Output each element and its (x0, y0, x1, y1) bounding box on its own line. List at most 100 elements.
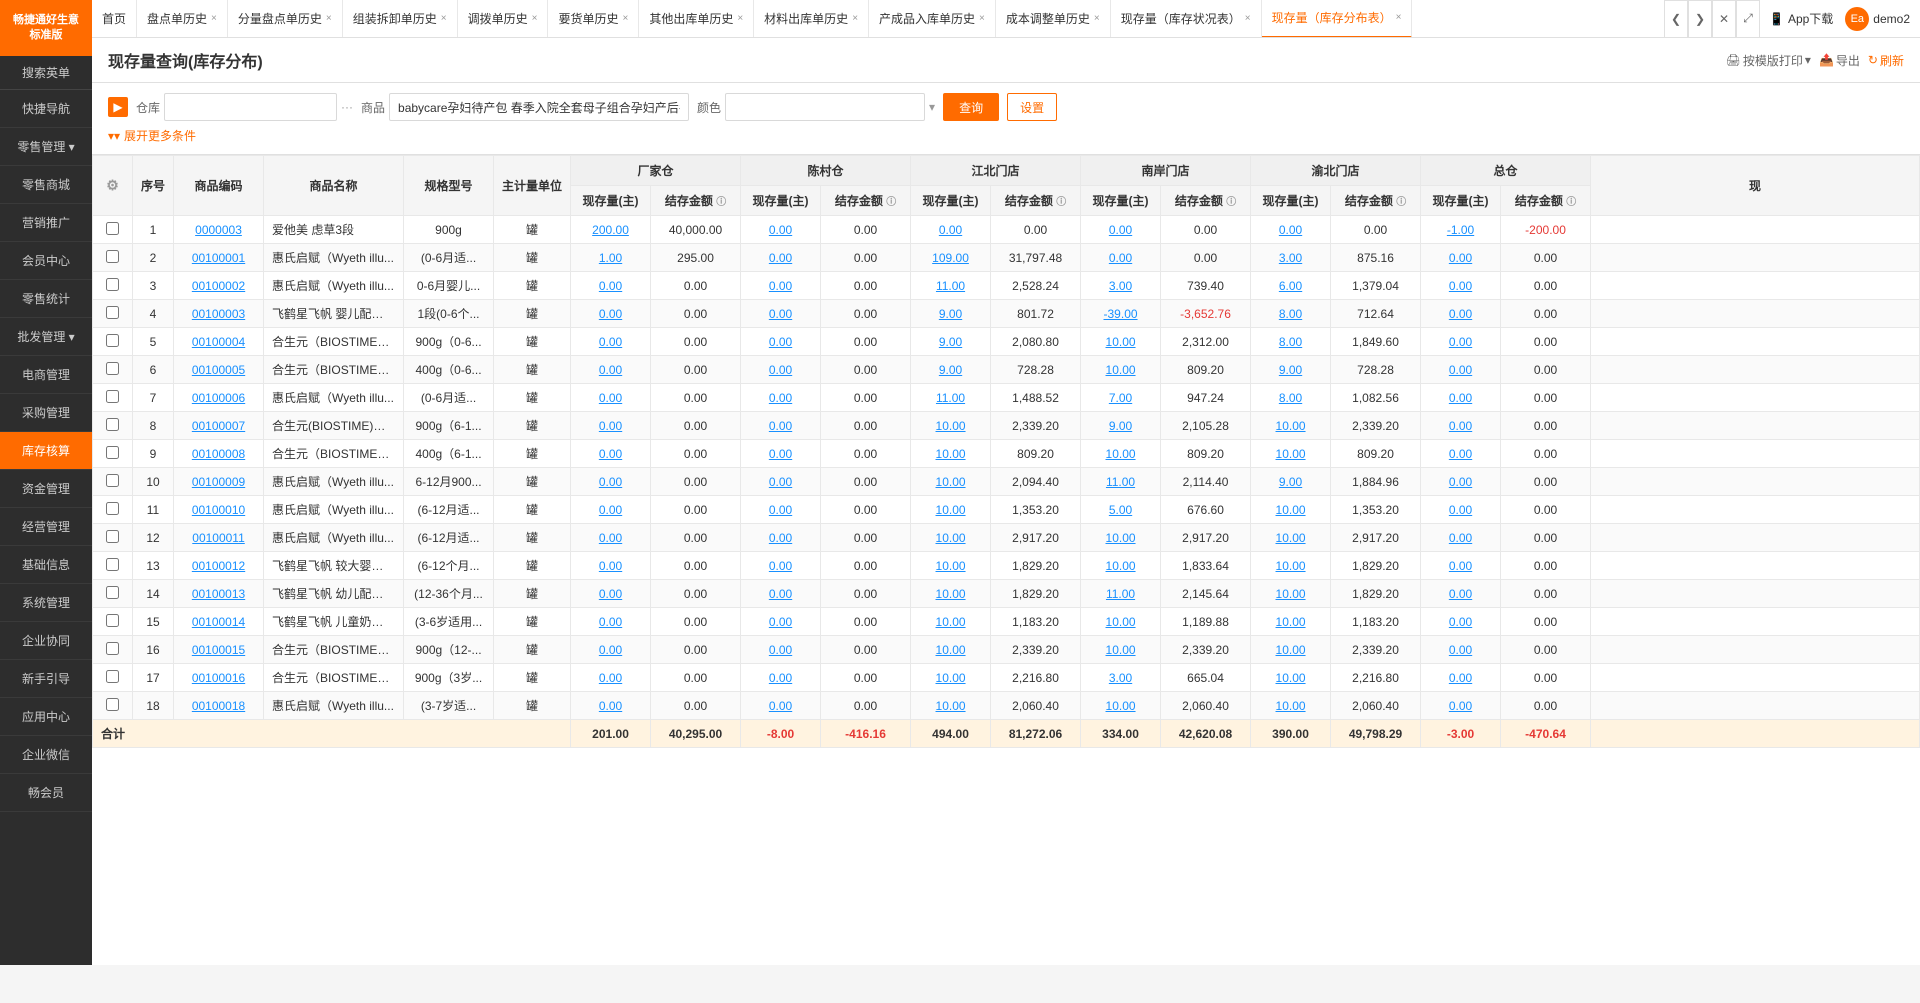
sidebar-item-wholesale[interactable]: 批发管理 ▾ (0, 318, 92, 356)
row-nanan-stock[interactable]: 0.00 (1081, 244, 1161, 272)
row-total-stock[interactable]: 0.00 (1421, 328, 1501, 356)
row-yubeimen-stock[interactable]: 0.00 (1251, 216, 1331, 244)
sidebar-item-operations[interactable]: 经营管理 (0, 508, 92, 546)
row-chengtian-stock[interactable]: 0.00 (741, 272, 821, 300)
row-jiangbei-stock[interactable]: 109.00 (911, 244, 991, 272)
jiangbei-amount-info[interactable]: ⓘ (1056, 197, 1066, 208)
row-total-stock[interactable]: 0.00 (1421, 692, 1501, 720)
row-yubeimen-stock[interactable]: 10.00 (1251, 664, 1331, 692)
row-checkbox[interactable] (106, 670, 119, 683)
row-select[interactable] (93, 608, 133, 636)
sidebar-item-retail-stats[interactable]: 零售统计 (0, 280, 92, 318)
row-jiangbei-stock[interactable]: 9.00 (911, 328, 991, 356)
row-select[interactable] (93, 552, 133, 580)
row-select[interactable] (93, 440, 133, 468)
row-yubeimen-stock[interactable]: 8.00 (1251, 300, 1331, 328)
tab-next-arrow[interactable]: ❯ (1688, 0, 1712, 38)
row-nanan-stock[interactable]: 3.00 (1081, 272, 1161, 300)
tab-close-all[interactable]: ✕ (1712, 0, 1736, 38)
row-yubeimen-stock[interactable]: 10.00 (1251, 608, 1331, 636)
row-yubeimen-stock[interactable]: 10.00 (1251, 524, 1331, 552)
row-jiangbei-stock[interactable]: 11.00 (911, 272, 991, 300)
row-select[interactable] (93, 244, 133, 272)
row-total-stock[interactable]: 0.00 (1421, 356, 1501, 384)
row-factory-stock[interactable]: 0.00 (571, 608, 651, 636)
row-code[interactable]: 00100004 (174, 328, 264, 356)
tab-prev-arrow[interactable]: ❮ (1664, 0, 1688, 38)
row-chengtian-stock[interactable]: 0.00 (741, 468, 821, 496)
tab-close-other-out[interactable]: × (737, 13, 743, 24)
row-factory-stock[interactable]: 0.00 (571, 636, 651, 664)
row-code[interactable]: 00100015 (174, 636, 264, 664)
tab-cost-adjust[interactable]: 成本调整单历史 × (996, 0, 1111, 38)
row-select[interactable] (93, 328, 133, 356)
tab-combo-disassemble[interactable]: 组装拆卸单历史 × (343, 0, 458, 38)
tab-close-stock-status[interactable]: × (1245, 13, 1251, 24)
sidebar-item-appstore[interactable]: 应用中心 (0, 698, 92, 736)
row-yubeimen-stock[interactable]: 3.00 (1251, 244, 1331, 272)
row-chengtian-stock[interactable]: 0.00 (741, 300, 821, 328)
export-button[interactable]: 📤 导出 (1819, 52, 1860, 69)
row-total-stock[interactable]: 0.00 (1421, 412, 1501, 440)
row-select[interactable] (93, 580, 133, 608)
row-checkbox[interactable] (106, 306, 119, 319)
row-nanan-stock[interactable]: 7.00 (1081, 384, 1161, 412)
row-nanan-stock[interactable]: 0.00 (1081, 216, 1161, 244)
row-factory-stock[interactable]: 200.00 (571, 216, 651, 244)
row-factory-stock[interactable]: 0.00 (571, 580, 651, 608)
row-total-stock[interactable]: 0.00 (1421, 636, 1501, 664)
tab-home[interactable]: 首页 (92, 0, 137, 38)
row-code[interactable]: 00100016 (174, 664, 264, 692)
row-chengtian-stock[interactable]: 0.00 (741, 440, 821, 468)
row-checkbox[interactable] (106, 698, 119, 711)
row-factory-stock[interactable]: 0.00 (571, 300, 651, 328)
row-total-stock[interactable]: 0.00 (1421, 580, 1501, 608)
sidebar-item-basics[interactable]: 基础信息 (0, 546, 92, 584)
sidebar-item-finance[interactable]: 资金管理 (0, 470, 92, 508)
row-jiangbei-stock[interactable]: 0.00 (911, 216, 991, 244)
sidebar-item-enterprise[interactable]: 企业协同 (0, 622, 92, 660)
tab-inventory-single[interactable]: 盘点单历史 × (137, 0, 228, 38)
row-code[interactable]: 00100018 (174, 692, 264, 720)
row-checkbox[interactable] (106, 642, 119, 655)
sidebar-item-ecommerce[interactable]: 电商管理 (0, 356, 92, 394)
row-chengtian-stock[interactable]: 0.00 (741, 244, 821, 272)
row-code[interactable]: 00100012 (174, 552, 264, 580)
row-code[interactable]: 00100006 (174, 384, 264, 412)
row-code[interactable]: 00100009 (174, 468, 264, 496)
row-select[interactable] (93, 272, 133, 300)
row-chengtian-stock[interactable]: 0.00 (741, 496, 821, 524)
search-button[interactable]: 查询 (943, 93, 999, 121)
row-checkbox[interactable] (106, 334, 119, 347)
row-nanan-stock[interactable]: 5.00 (1081, 496, 1161, 524)
row-factory-stock[interactable]: 0.00 (571, 468, 651, 496)
row-select[interactable] (93, 496, 133, 524)
sidebar-item-system[interactable]: 系统管理 (0, 584, 92, 622)
row-code[interactable]: 00100002 (174, 272, 264, 300)
row-chengtian-stock[interactable]: 0.00 (741, 608, 821, 636)
row-select[interactable] (93, 384, 133, 412)
sidebar-item-guide[interactable]: 新手引导 (0, 660, 92, 698)
row-jiangbei-stock[interactable]: 10.00 (911, 692, 991, 720)
row-chengtian-stock[interactable]: 0.00 (741, 356, 821, 384)
row-nanan-stock[interactable]: 10.00 (1081, 608, 1161, 636)
row-yubeimen-stock[interactable]: 10.00 (1251, 692, 1331, 720)
row-nanan-stock[interactable]: 10.00 (1081, 356, 1161, 384)
row-jiangbei-stock[interactable]: 10.00 (911, 636, 991, 664)
row-total-stock[interactable]: 0.00 (1421, 468, 1501, 496)
sidebar-item-member2[interactable]: 畅会员 (0, 774, 92, 812)
tab-product-in[interactable]: 产成品入库单历史 × (869, 0, 996, 38)
row-nanan-stock[interactable]: 11.00 (1081, 468, 1161, 496)
expand-collapse-btn[interactable]: ▶ (108, 97, 128, 117)
row-jiangbei-stock[interactable]: 10.00 (911, 468, 991, 496)
row-jiangbei-stock[interactable]: 11.00 (911, 384, 991, 412)
row-nanan-stock[interactable]: 9.00 (1081, 412, 1161, 440)
row-checkbox[interactable] (106, 446, 119, 459)
color-input[interactable] (725, 93, 925, 121)
row-total-stock[interactable]: 0.00 (1421, 272, 1501, 300)
yubeimen-amount-info[interactable]: ⓘ (1396, 197, 1406, 208)
tab-close-material-out[interactable]: × (852, 13, 858, 24)
row-checkbox[interactable] (106, 250, 119, 263)
tab-close-product-in[interactable]: × (979, 13, 985, 24)
row-code[interactable]: 00100008 (174, 440, 264, 468)
